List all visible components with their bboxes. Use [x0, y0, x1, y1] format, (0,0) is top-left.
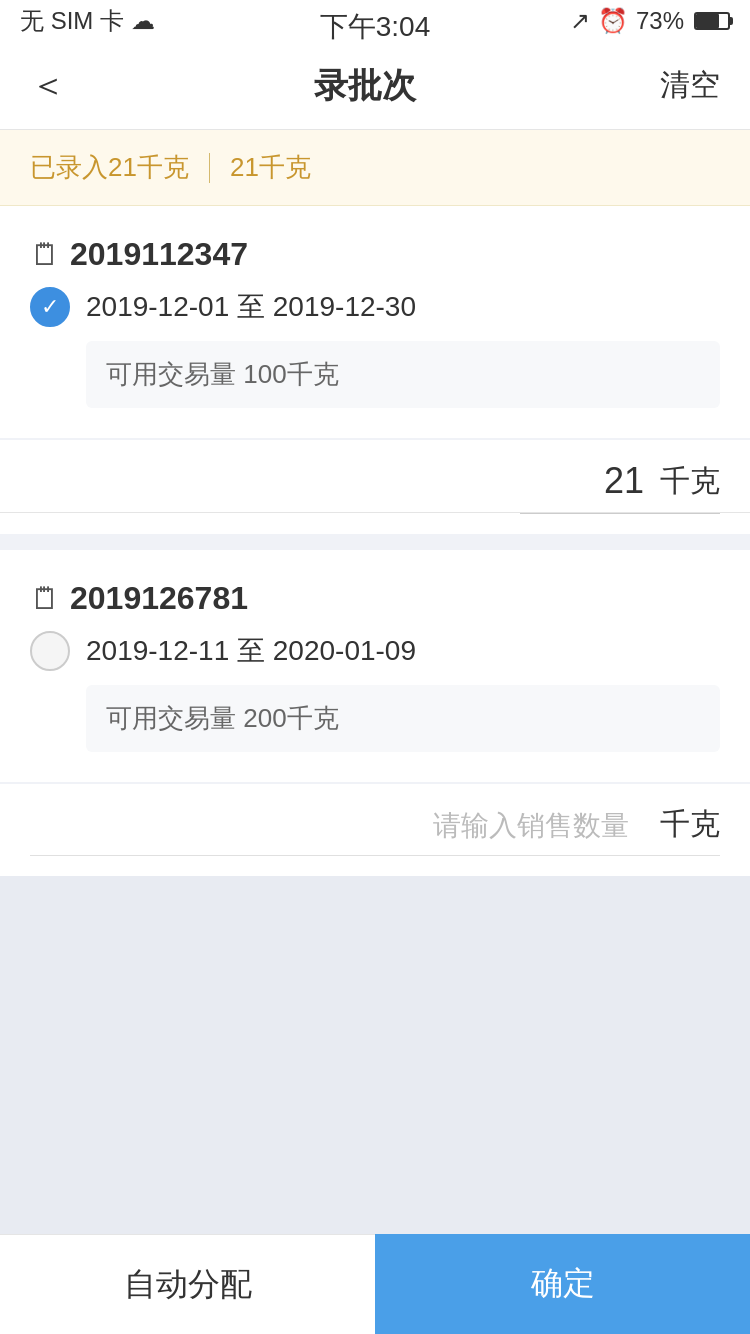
batch1-number: 2019112347: [70, 236, 248, 273]
section-divider: [0, 534, 750, 550]
batch1-unit: 千克: [660, 461, 720, 502]
batch1-radio[interactable]: ✓: [30, 287, 70, 327]
batch1-availability: 可用交易量 100千克: [86, 341, 720, 408]
batch2-input-block: 千克: [0, 784, 750, 876]
batch1-check-icon: ✓: [41, 294, 59, 320]
batch2-unit: 千克: [660, 804, 720, 845]
info-banner: 已录入21千克 21千克: [0, 130, 750, 206]
back-button[interactable]: ＜: [30, 61, 90, 110]
auto-distribute-button[interactable]: 自动分配: [0, 1234, 375, 1334]
batch2-number: 2019126781: [70, 580, 248, 617]
status-time: 下午3:04: [320, 8, 431, 46]
clear-button[interactable]: 清空: [640, 65, 720, 106]
confirm-button[interactable]: 确定: [375, 1234, 750, 1334]
batch2-availability: 可用交易量 200千克: [86, 685, 720, 752]
batch1-header: 🗒 2019112347: [30, 236, 720, 273]
status-bar-left: 无 SIM 卡 ☁: [20, 5, 155, 37]
nav-bar: ＜ 录批次 清空: [0, 42, 750, 130]
batch2-doc-icon: 🗒: [30, 582, 60, 616]
batch1-amount-row: 21 千克: [0, 440, 750, 513]
batch1-amount-block: 21 千克: [0, 440, 750, 534]
batch1-date-range: 2019-12-01 至 2019-12-30: [86, 288, 416, 326]
batch2-date-row[interactable]: 2019-12-11 至 2020-01-09: [30, 631, 720, 671]
batch2-card: 🗒 2019126781 2019-12-11 至 2020-01-09 可用交…: [0, 550, 750, 782]
batch2-header: 🗒 2019126781: [30, 580, 720, 617]
empty-area: [0, 876, 750, 1276]
banner-divider: [209, 153, 210, 183]
status-bar-right: ↗ ⏰ 73%: [570, 7, 730, 35]
batch2-input-row: 千克: [0, 784, 750, 855]
total-label: 21千克: [230, 150, 311, 185]
batch1-amount-value: 21: [604, 460, 644, 502]
page-title: 录批次: [90, 63, 640, 109]
recorded-label: 已录入21千克: [30, 150, 189, 185]
batch2-date-range: 2019-12-11 至 2020-01-09: [86, 632, 416, 670]
status-bar: 无 SIM 卡 ☁ 下午3:04 ↗ ⏰ 73%: [0, 0, 750, 42]
alarm-icon: ⏰: [598, 7, 628, 35]
batch2-radio[interactable]: [30, 631, 70, 671]
location-icon: ↗: [570, 7, 590, 35]
bottom-bar: 自动分配 确定: [0, 1234, 750, 1334]
battery-percent: 73%: [636, 7, 684, 35]
batch1-doc-icon: 🗒: [30, 238, 60, 272]
batch1-card: 🗒 2019112347 ✓ 2019-12-01 至 2019-12-30 可…: [0, 206, 750, 438]
battery-icon: [694, 12, 730, 30]
batch1-date-row[interactable]: ✓ 2019-12-01 至 2019-12-30: [30, 287, 720, 327]
no-sim-label: 无 SIM 卡 ☁: [20, 5, 155, 37]
batch2-qty-input[interactable]: [30, 808, 644, 842]
